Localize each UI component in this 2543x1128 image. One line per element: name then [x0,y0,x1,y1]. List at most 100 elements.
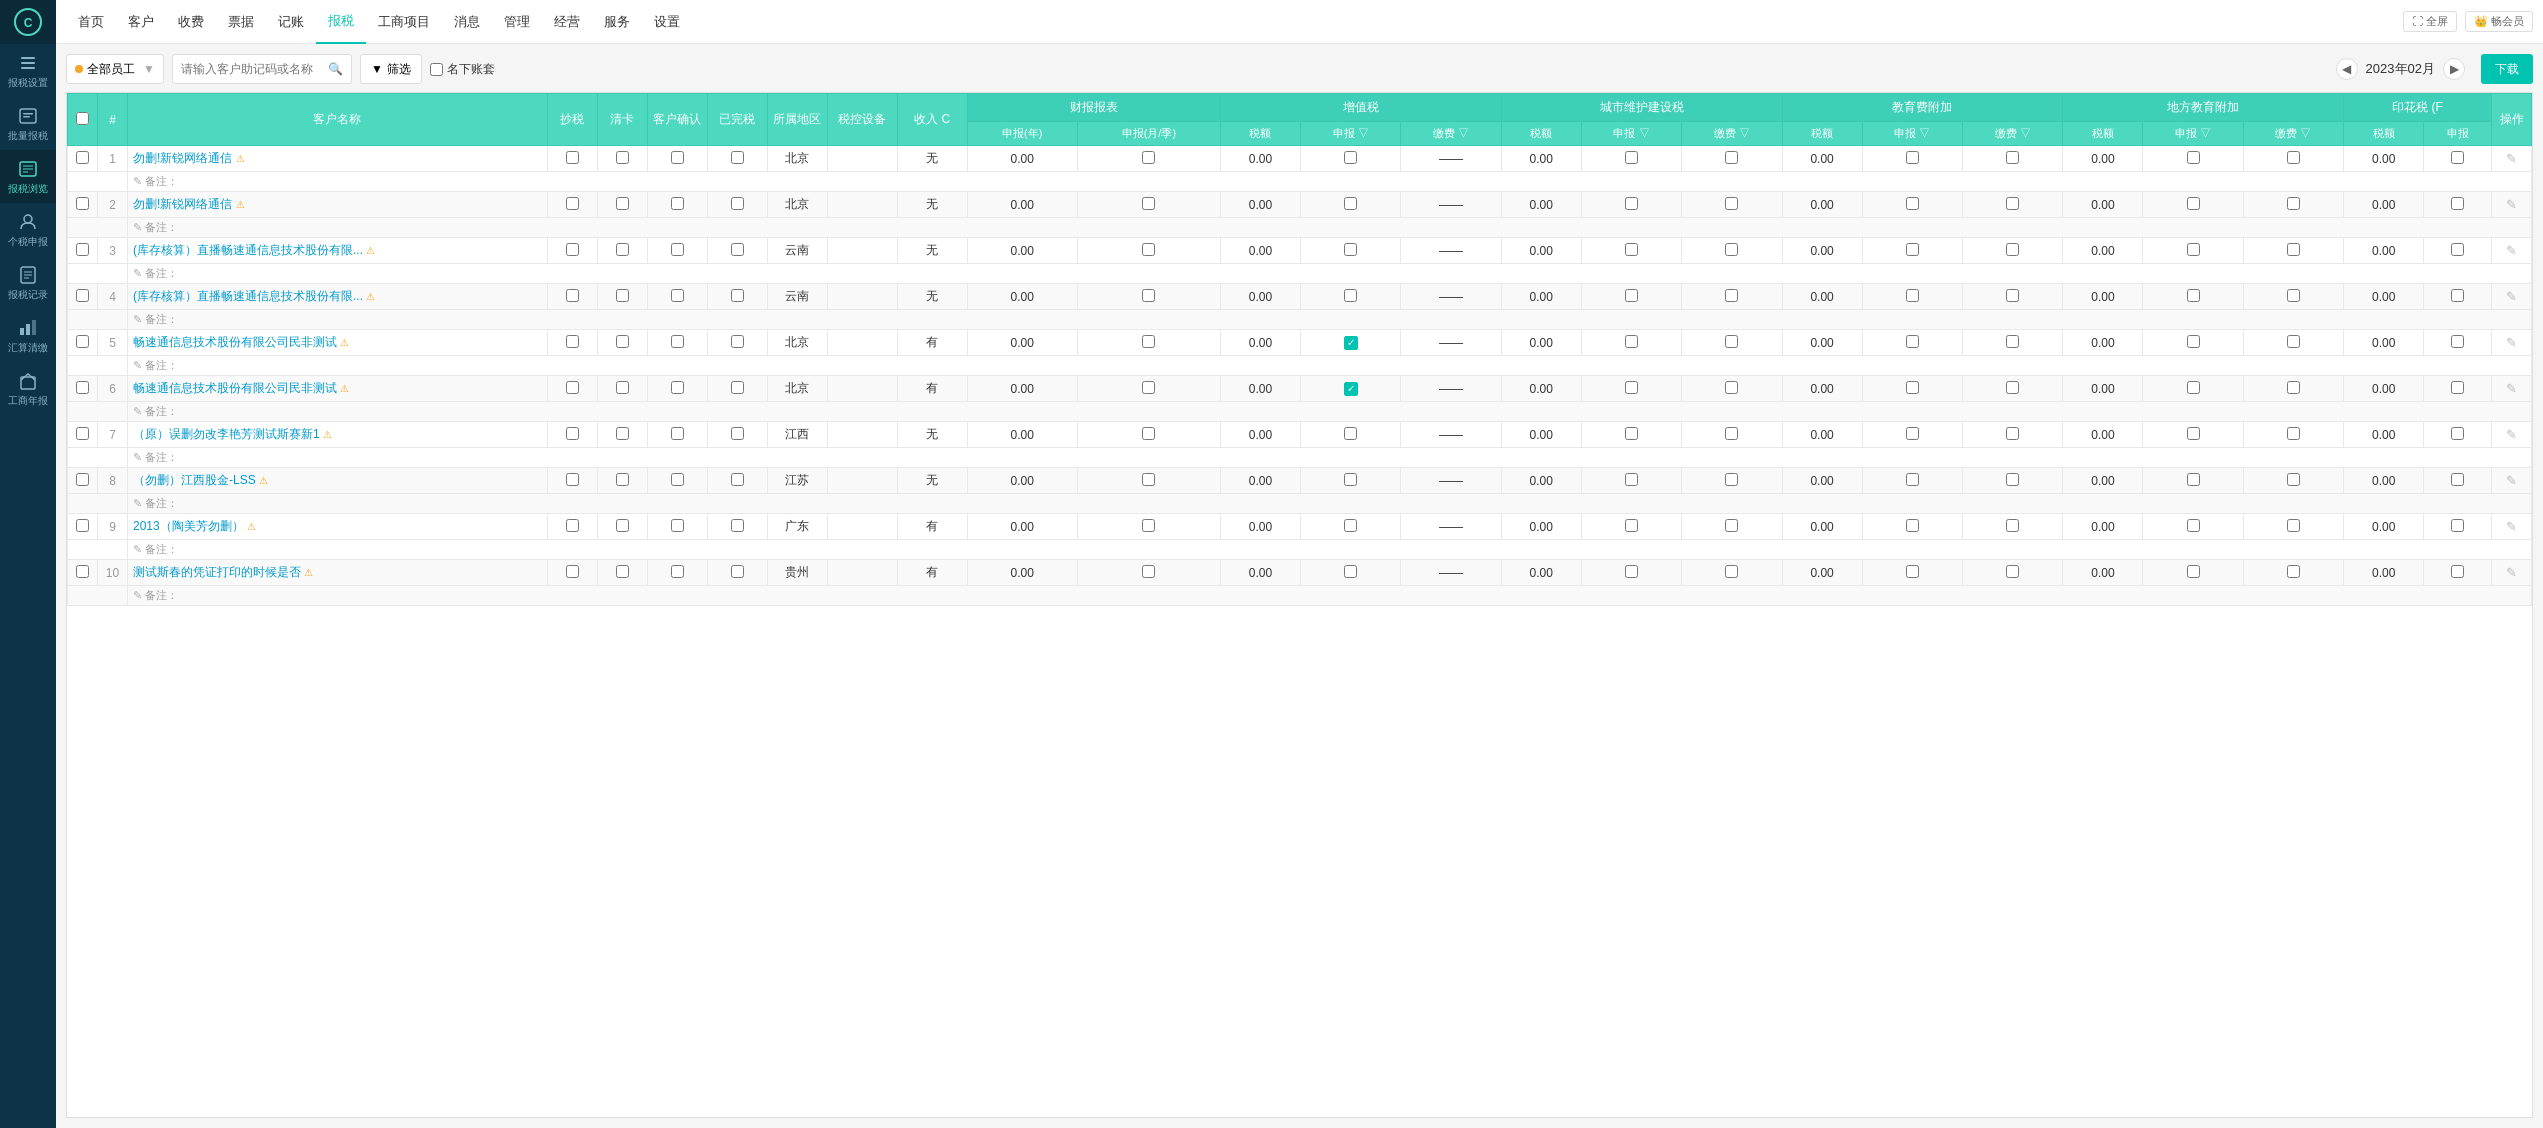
chaoshui-cell[interactable] [547,422,597,448]
row-checkbox[interactable] [2006,381,2019,394]
row-checkbox[interactable] [1906,381,1919,394]
row-checkbox[interactable] [1725,289,1738,302]
row-checkbox[interactable] [671,197,684,210]
row-checkbox[interactable] [2451,381,2464,394]
querendeng-cell[interactable] [647,238,707,264]
row-checkbox[interactable] [731,197,744,210]
zenghzhi-shenbao-cell[interactable]: ✓ [1301,376,1401,402]
jiaoyu-jiaofei-cell[interactable] [1962,514,2062,540]
row-checkbox[interactable] [1625,289,1638,302]
nav-invoice[interactable]: 票据 [216,0,266,44]
yiwanshui-cell[interactable] [707,468,767,494]
row-checkbox[interactable] [1625,427,1638,440]
row-checkbox[interactable] [2451,519,2464,532]
row-checkbox[interactable] [2287,289,2300,302]
row-checkbox[interactable] [616,335,629,348]
caibao-month-cell[interactable] [1077,330,1220,356]
difang-shenbao-cell[interactable] [2143,560,2243,586]
chengshi-shenbao-cell[interactable] [1581,238,1681,264]
row-checkbox[interactable] [1142,519,1155,532]
row-checkbox[interactable] [1142,473,1155,486]
qingka-cell[interactable] [597,422,647,448]
querendeng-cell[interactable] [647,376,707,402]
jiaoyu-jiaofei-cell[interactable] [1962,376,2062,402]
row-checkbox[interactable] [1725,565,1738,578]
nav-business[interactable]: 工商项目 [366,0,442,44]
row-checkbox[interactable] [2187,565,2200,578]
yiwanshui-cell[interactable] [707,330,767,356]
qingka-cell[interactable] [597,514,647,540]
row-checkbox[interactable] [1142,289,1155,302]
row-select-cell[interactable] [68,284,98,310]
row-checkbox[interactable] [1142,197,1155,210]
customer-name[interactable]: 勿删!新锐网络通信 ⚠ [128,146,548,172]
edit-icon[interactable]: ✎ [2506,381,2517,396]
yiwanshui-cell[interactable] [707,376,767,402]
jiaoyu-jiaofei-cell[interactable] [1962,284,2062,310]
chaoshui-cell[interactable] [547,514,597,540]
edit-cell[interactable]: ✎ [2492,514,2532,540]
caibao-month-cell[interactable] [1077,514,1220,540]
yiwanshui-cell[interactable] [707,560,767,586]
jiaoyu-shenbao-cell[interactable] [1862,560,1962,586]
yinhua-shenbao-cell[interactable] [2424,192,2492,218]
yiwanshui-cell[interactable] [707,146,767,172]
edit-icon[interactable]: ✎ [2506,289,2517,304]
querendeng-cell[interactable] [647,192,707,218]
edit-icon[interactable]: ✎ [2506,565,2517,580]
row-checkbox[interactable] [2451,151,2464,164]
row-checkbox[interactable] [2006,151,2019,164]
edit-cell[interactable]: ✎ [2492,376,2532,402]
yinhua-shenbao-cell[interactable] [2424,468,2492,494]
yinhua-shenbao-cell[interactable] [2424,238,2492,264]
row-checkbox[interactable] [2287,519,2300,532]
row-checkbox[interactable] [2006,289,2019,302]
row-checkbox[interactable] [566,197,579,210]
qingka-cell[interactable] [597,284,647,310]
edit-cell[interactable]: ✎ [2492,284,2532,310]
edit-icon[interactable]: ✎ [2506,197,2517,212]
row-checkbox[interactable] [76,565,89,578]
row-checkbox[interactable] [76,335,89,348]
row-checkbox[interactable] [2006,427,2019,440]
prev-month-button[interactable]: ◀ [2336,58,2358,80]
row-checkbox[interactable] [731,565,744,578]
row-checkbox[interactable] [1625,381,1638,394]
jiaoyu-shenbao-cell[interactable] [1862,468,1962,494]
row-checkbox[interactable] [2287,151,2300,164]
row-checkbox[interactable] [1725,381,1738,394]
customer-name[interactable]: 畅速通信息技术股份有限公司民非测试 ⚠ [128,330,548,356]
edit-cell[interactable]: ✎ [2492,560,2532,586]
row-checkbox[interactable] [2287,565,2300,578]
chaoshui-cell[interactable] [547,468,597,494]
row-checkbox[interactable] [566,151,579,164]
difang-shenbao-cell[interactable] [2143,376,2243,402]
edit-icon[interactable]: ✎ [2506,151,2517,166]
zenghzhi-shenbao-cell[interactable] [1301,422,1401,448]
row-checkbox[interactable] [671,519,684,532]
yinhua-shenbao-cell[interactable] [2424,514,2492,540]
zenghzhi-shenbao-cell[interactable] [1301,238,1401,264]
chaoshui-cell[interactable] [547,284,597,310]
yiwanshui-cell[interactable] [707,514,767,540]
row-checkbox[interactable] [2451,565,2464,578]
edit-cell[interactable]: ✎ [2492,422,2532,448]
querendeng-cell[interactable] [647,514,707,540]
nav-tax[interactable]: 报税 [316,0,366,44]
next-month-button[interactable]: ▶ [2443,58,2465,80]
jiaoyu-jiaofei-cell[interactable] [1962,192,2062,218]
jiaoyu-shenbao-cell[interactable] [1862,330,1962,356]
row-checkbox[interactable] [616,565,629,578]
row-checkbox[interactable] [2187,289,2200,302]
row-checkbox[interactable] [731,151,744,164]
row-checkbox[interactable] [1625,519,1638,532]
sidebar-item-baoshuiliulan[interactable]: 报税浏览 [0,150,56,203]
caibao-month-cell[interactable] [1077,192,1220,218]
chengshi-jiaofei-cell[interactable] [1682,146,1782,172]
row-checkbox[interactable] [1625,243,1638,256]
row-checkbox[interactable] [1142,243,1155,256]
zenghzhi-shenbao-cell[interactable] [1301,468,1401,494]
caibao-month-cell[interactable] [1077,284,1220,310]
row-checkbox[interactable] [1344,243,1357,256]
edit-cell[interactable]: ✎ [2492,192,2532,218]
